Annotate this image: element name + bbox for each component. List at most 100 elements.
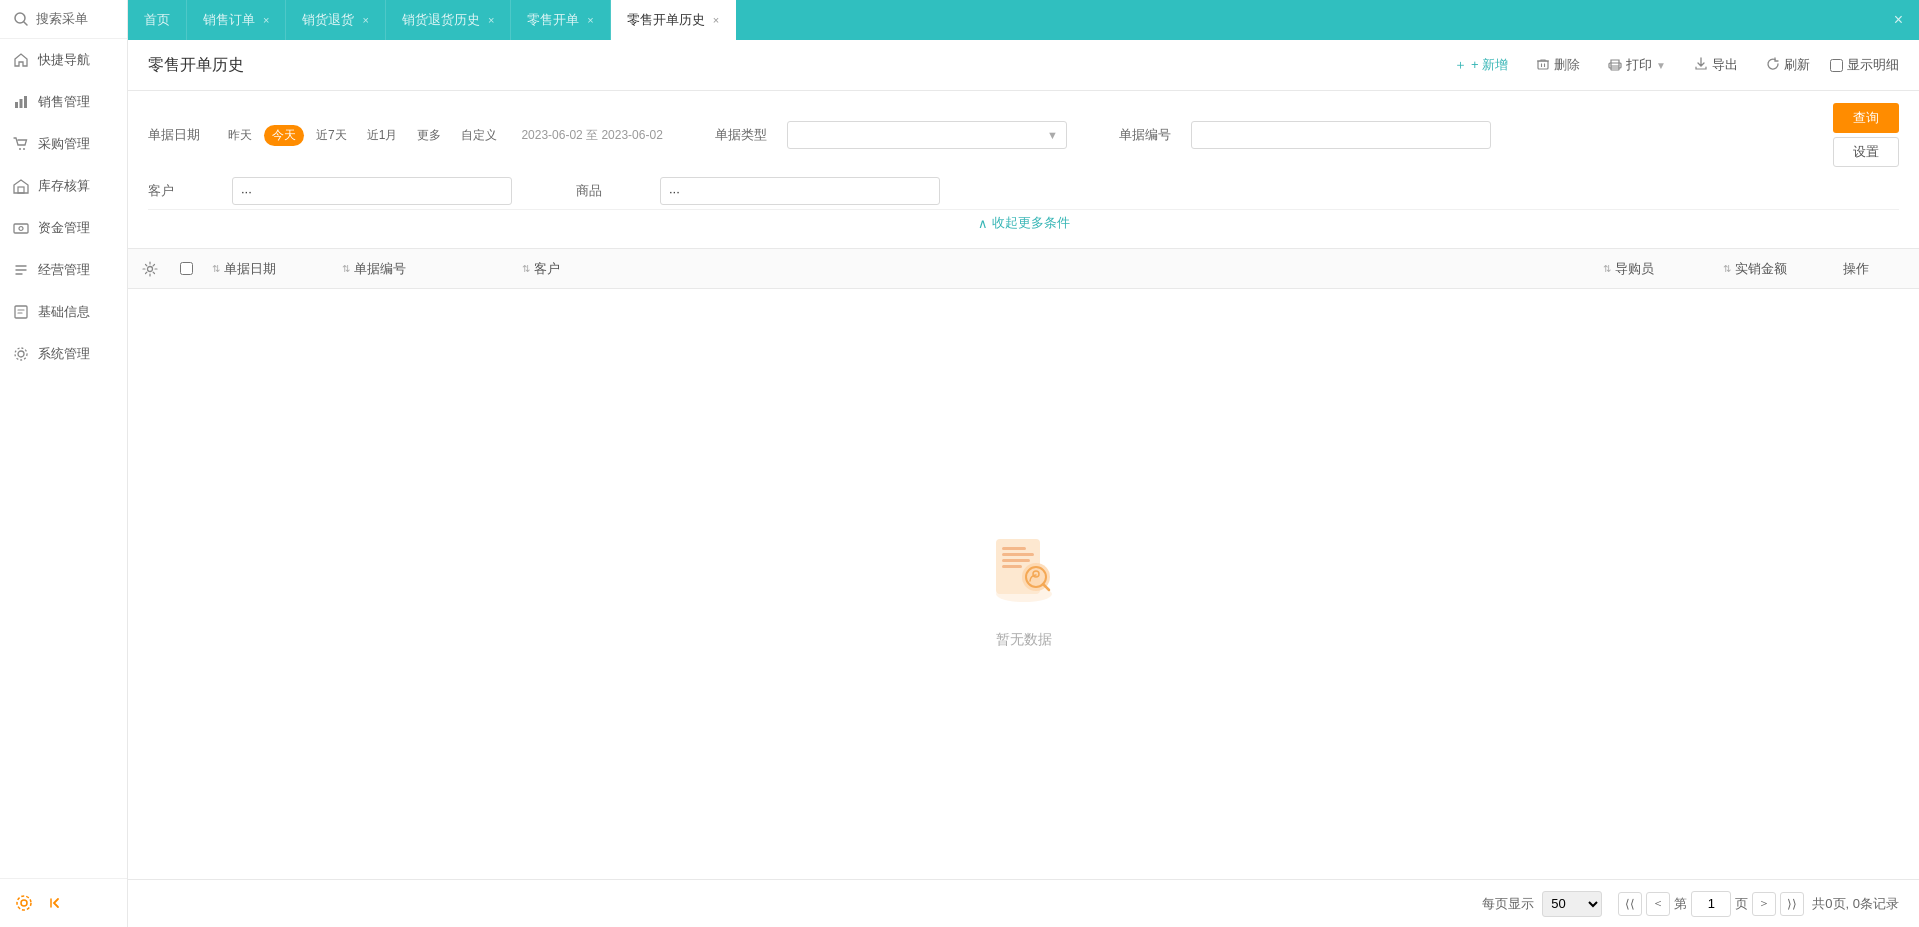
add-button[interactable]: ＋ + 新增: [1446, 52, 1516, 78]
date-btn-yesterday[interactable]: 昨天: [220, 125, 260, 146]
th-customer[interactable]: ⇅ 客户: [514, 260, 1595, 278]
date-btn-7days[interactable]: 近7天: [308, 125, 355, 146]
close-all-tabs[interactable]: ×: [1878, 0, 1919, 40]
page-size-select[interactable]: 50 10 20 100: [1542, 891, 1602, 917]
svg-point-22: [148, 266, 153, 271]
th-customer-label: 客户: [534, 260, 560, 278]
th-number[interactable]: ⇅ 单据编号: [334, 260, 514, 278]
date-btn-custom[interactable]: 自定义: [453, 125, 505, 146]
next-page-btn[interactable]: ＞: [1752, 892, 1776, 916]
svg-rect-27: [1002, 559, 1030, 562]
tab-sales-return-history-label: 销货退货历史: [402, 11, 480, 29]
tab-sales-return-history-close[interactable]: ×: [488, 14, 494, 26]
warehouse-icon: [12, 177, 30, 195]
customer-filter-select[interactable]: ···: [232, 177, 512, 205]
customer-select-value: ···: [241, 184, 252, 199]
collapse-conditions[interactable]: ∧ 收起更多条件: [148, 209, 1899, 236]
sidebar-item-inventory[interactable]: 库存核算: [0, 165, 127, 207]
th-guide[interactable]: ⇅ 导购员: [1595, 260, 1715, 278]
settings-footer-icon[interactable]: [12, 891, 36, 915]
svg-rect-7: [18, 187, 24, 193]
date-btn-today[interactable]: 今天: [264, 125, 304, 146]
empty-text: 暂无数据: [996, 631, 1052, 649]
type-filter-label: 单据类型: [715, 126, 775, 144]
product-filter-select[interactable]: ···: [660, 177, 940, 205]
sidebar-item-sales-mgmt[interactable]: 销售管理: [0, 81, 127, 123]
page-header: 零售开单历史 ＋ + 新增: [128, 40, 1919, 91]
select-all-checkbox[interactable]: [168, 262, 204, 275]
collapse-sidebar-icon[interactable]: [44, 891, 68, 915]
tab-home[interactable]: 首页: [128, 0, 187, 40]
sidebar-item-basic-info[interactable]: 基础信息: [0, 291, 127, 333]
show-detail-toggle[interactable]: 显示明细: [1830, 56, 1899, 74]
first-page-btn[interactable]: ⟨⟨: [1618, 892, 1642, 916]
svg-point-12: [15, 348, 27, 360]
export-button[interactable]: 导出: [1686, 52, 1746, 78]
tab-sales-return-label: 销货退货: [302, 11, 354, 29]
sidebar-item-label: 基础信息: [38, 303, 90, 321]
query-button[interactable]: 查询: [1833, 103, 1899, 133]
product-select-value: ···: [669, 184, 680, 199]
info-icon: [12, 303, 30, 321]
tab-retail-open-label: 零售开单: [527, 11, 579, 29]
type-select-arrow: ▼: [1047, 129, 1058, 141]
tab-retail-open-history[interactable]: 零售开单历史 ×: [611, 0, 736, 40]
sidebar-item-operations[interactable]: 经营管理: [0, 249, 127, 291]
sidebar-item-label: 快捷导航: [38, 51, 90, 69]
tab-retail-open[interactable]: 零售开单 ×: [511, 0, 610, 40]
filter-area: 单据日期 昨天 今天 近7天 近1月 更多 自定义 2023-06-02 至 2…: [128, 91, 1919, 249]
th-amount-label: 实销金额: [1735, 260, 1787, 278]
delete-icon: [1536, 57, 1550, 74]
chart-icon: [12, 93, 30, 111]
select-all-input[interactable]: [180, 262, 193, 275]
ops-icon: [12, 261, 30, 279]
prev-page-btn[interactable]: ＜: [1646, 892, 1670, 916]
sidebar-search[interactable]: 搜索采单: [0, 0, 127, 39]
refresh-button[interactable]: 刷新: [1758, 52, 1818, 78]
number-filter-label: 单据编号: [1119, 126, 1179, 144]
last-page-btn[interactable]: ⟩⟩: [1780, 892, 1804, 916]
th-amount[interactable]: ⇅ 实销金额: [1715, 260, 1835, 278]
tab-retail-open-close[interactable]: ×: [587, 14, 593, 26]
export-icon: [1694, 57, 1708, 74]
show-detail-label: 显示明细: [1847, 56, 1899, 74]
svg-rect-8: [14, 224, 28, 233]
column-settings-btn[interactable]: [132, 261, 168, 277]
settings-button[interactable]: 设置: [1833, 137, 1899, 167]
empty-state: 暂无数据: [128, 289, 1919, 879]
svg-point-13: [21, 900, 27, 906]
sidebar-item-system[interactable]: 系统管理: [0, 333, 127, 375]
sidebar-item-purchase-mgmt[interactable]: 采购管理: [0, 123, 127, 165]
customer-filter-label: 客户: [148, 182, 208, 200]
page-size-label: 每页显示: [1482, 895, 1534, 913]
th-action-label: 操作: [1843, 260, 1869, 278]
print-button[interactable]: 打印 ▼: [1600, 52, 1674, 78]
tab-home-label: 首页: [144, 11, 170, 29]
sort-number-icon: ⇅: [342, 263, 350, 274]
type-filter-select[interactable]: ▼: [787, 121, 1067, 149]
date-btn-1month[interactable]: 近1月: [359, 125, 406, 146]
number-filter-input[interactable]: [1191, 121, 1491, 149]
date-btn-more[interactable]: 更多: [409, 125, 449, 146]
tab-sales-return[interactable]: 销货退货 ×: [286, 0, 385, 40]
tab-sales-return-history[interactable]: 销货退货历史 ×: [386, 0, 511, 40]
sort-customer-icon: ⇅: [522, 263, 530, 274]
sidebar-item-quick-nav[interactable]: 快捷导航: [0, 39, 127, 81]
sort-guide-icon: ⇅: [1603, 263, 1611, 274]
svg-rect-28: [1002, 565, 1022, 568]
delete-button[interactable]: 删除: [1528, 52, 1588, 78]
show-detail-checkbox[interactable]: [1830, 59, 1843, 72]
tab-sales-return-close[interactable]: ×: [362, 14, 368, 26]
search-icon: [12, 10, 30, 28]
tab-sales-order[interactable]: 销售订单 ×: [187, 0, 286, 40]
tab-retail-open-history-label: 零售开单历史: [627, 11, 705, 29]
tab-retail-open-history-close[interactable]: ×: [713, 14, 719, 26]
empty-illustration: [974, 519, 1074, 619]
refresh-icon: [1766, 57, 1780, 74]
page-number-input[interactable]: [1691, 891, 1731, 917]
svg-line-1: [24, 22, 27, 25]
delete-label: 删除: [1554, 56, 1580, 74]
th-date[interactable]: ⇅ 单据日期: [204, 260, 334, 278]
sidebar-item-finance[interactable]: 资金管理: [0, 207, 127, 249]
tab-sales-order-close[interactable]: ×: [263, 14, 269, 26]
